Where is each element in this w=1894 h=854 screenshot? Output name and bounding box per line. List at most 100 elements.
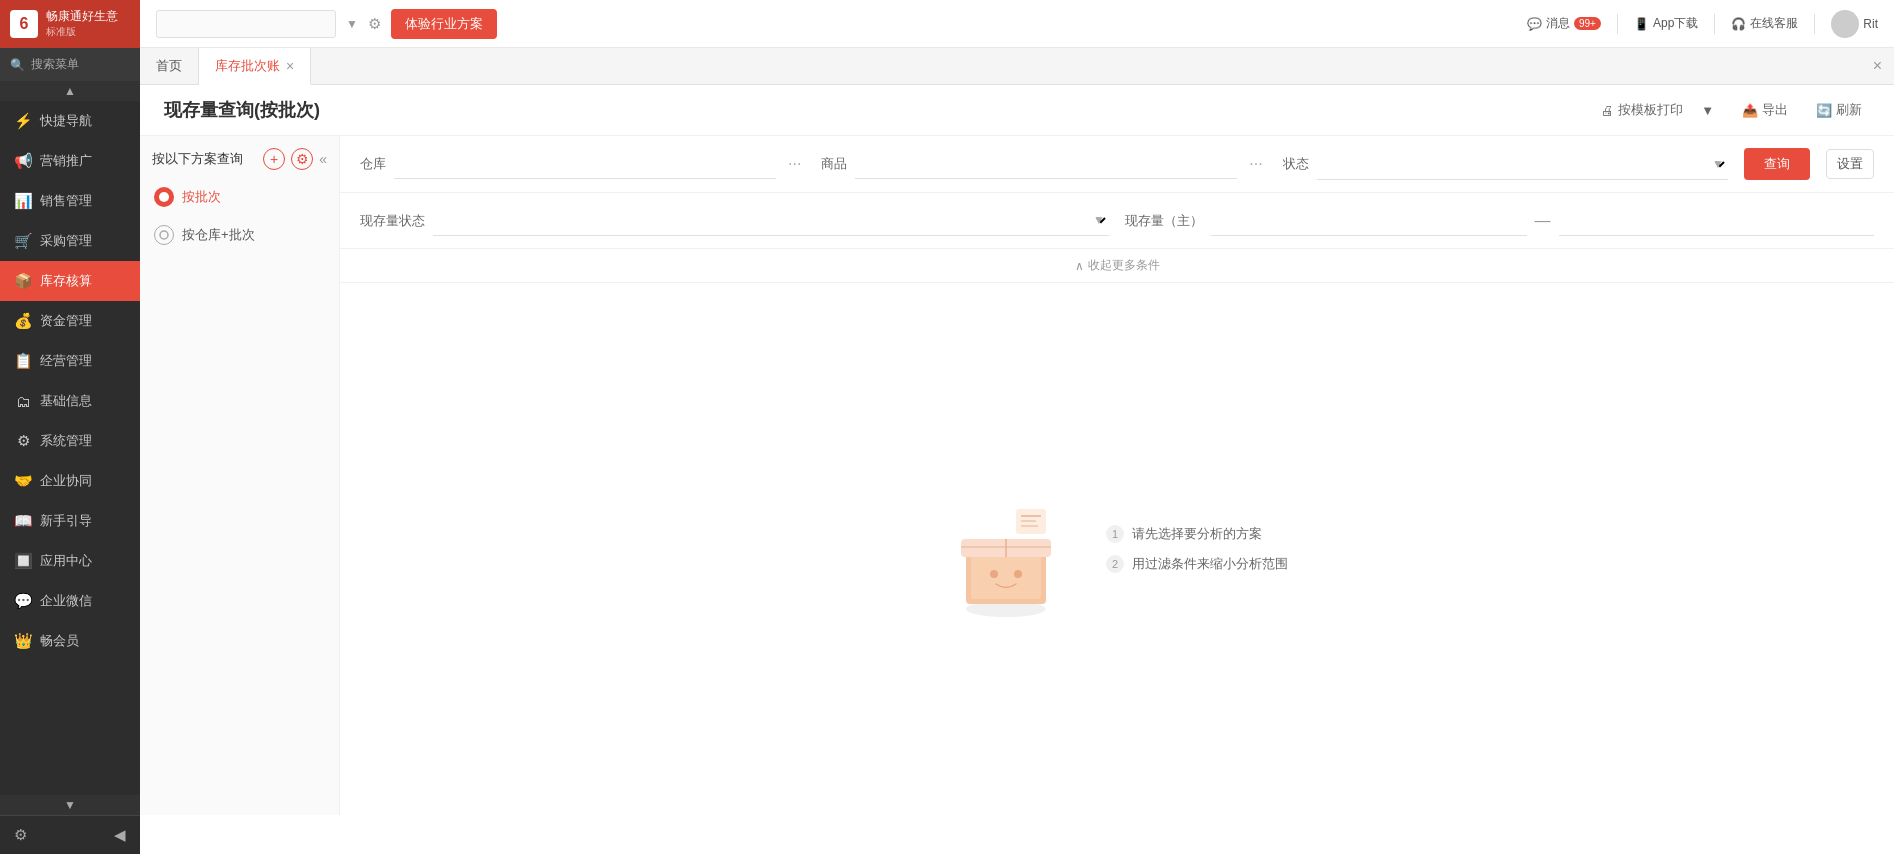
- sidebar-item-system[interactable]: ⚙ 系统管理: [0, 421, 140, 461]
- sidebar-scroll-up[interactable]: ▲: [0, 81, 140, 101]
- headset-icon: 🎧: [1731, 17, 1746, 31]
- divider-1: [1617, 14, 1618, 34]
- refresh-label: 刷新: [1836, 101, 1862, 119]
- page-header: 现存量查询(按批次) 🖨 按模板打印 ▼ 📤 导出 🔄 刷新: [140, 85, 1894, 136]
- sidebar-label-marketing: 营销推广: [40, 152, 92, 170]
- sidebar-item-member[interactable]: 👑 畅会员: [0, 621, 140, 661]
- export-button[interactable]: 📤 导出: [1734, 97, 1796, 123]
- sidebar-item-app-center[interactable]: 🔲 应用中心: [0, 541, 140, 581]
- refresh-button[interactable]: 🔄 刷新: [1808, 97, 1870, 123]
- avatar: [1831, 10, 1859, 38]
- topbar-dropdown-arrow[interactable]: ▼: [346, 17, 358, 31]
- content-body: 按以下方案查询 + ⚙ « 按批次: [140, 136, 1894, 815]
- customer-service-action[interactable]: 🎧 在线客服: [1731, 15, 1798, 32]
- trial-button[interactable]: 体验行业方案: [391, 9, 497, 39]
- sidebar-label-wechat: 企业微信: [40, 592, 92, 610]
- sidebar-item-quick-nav[interactable]: ⚡ 快捷导航: [0, 101, 140, 141]
- query-button[interactable]: 查询: [1744, 148, 1810, 180]
- sidebar-item-sales[interactable]: 📊 销售管理: [0, 181, 140, 221]
- app-center-icon: 🔲: [14, 552, 32, 570]
- search-label: 搜索菜单: [31, 56, 79, 73]
- sidebar-item-inventory[interactable]: 📦 库存核算: [0, 261, 140, 301]
- tab-home-label: 首页: [156, 57, 182, 75]
- inventory-status-select[interactable]: 正常 缺货 充足: [433, 205, 1109, 235]
- main-area: ▼ ⚙ 体验行业方案 💬 消息 99+ 📱 App下载 🎧 在线客服: [140, 0, 1894, 854]
- notification-badge: 99+: [1574, 17, 1601, 30]
- scheme-by-warehouse-batch-label: 按仓库+批次: [182, 226, 255, 244]
- hint-text-1: 请先选择要分析的方案: [1132, 525, 1262, 543]
- product-input[interactable]: [855, 149, 1237, 179]
- scheme-item-by-warehouse-batch[interactable]: 按仓库+批次: [140, 216, 339, 254]
- empty-hint-list: 1 请先选择要分析的方案 2 用过滤条件来缩小分析范围: [1106, 525, 1288, 573]
- scheme-settings-button[interactable]: ⚙: [291, 148, 313, 170]
- page-header-actions: 🖨 按模板打印 ▼ 📤 导出 🔄 刷新: [1593, 97, 1870, 135]
- sidebar-item-wechat[interactable]: 💬 企业微信: [0, 581, 140, 621]
- app-download-action[interactable]: 📱 App下载: [1634, 15, 1698, 32]
- tab-batch-ledger[interactable]: 库存批次账 ×: [199, 48, 311, 85]
- print-template-group: 🖨 按模板打印 ▼: [1593, 97, 1722, 123]
- warehouse-input[interactable]: [394, 149, 776, 179]
- basic-icon: 🗂: [14, 393, 32, 410]
- svg-point-9: [1014, 570, 1022, 578]
- tab-home[interactable]: 首页: [140, 48, 199, 84]
- filter-row-2: 现存量状态 正常 缺货 充足 ▼ 现存量（主）: [340, 193, 1894, 249]
- inventory-main-min-input[interactable]: [1211, 206, 1527, 236]
- notification-action[interactable]: 💬 消息 99+: [1527, 15, 1601, 32]
- topbar: ▼ ⚙ 体验行业方案 💬 消息 99+ 📱 App下载 🎧 在线客服: [140, 0, 1894, 48]
- print-dropdown-arrow[interactable]: ▼: [1693, 99, 1722, 122]
- scheme-inactive-icon: [154, 225, 174, 245]
- customer-service-label: 在线客服: [1750, 15, 1798, 32]
- sidebar-item-finance[interactable]: 💰 资金管理: [0, 301, 140, 341]
- notification-label: 消息: [1546, 15, 1570, 32]
- sidebar-item-basic[interactable]: 🗂 基础信息: [0, 381, 140, 421]
- search-icon: 🔍: [10, 58, 25, 72]
- product-more-icon[interactable]: ···: [1245, 155, 1266, 173]
- sidebar-label-app-center: 应用中心: [40, 552, 92, 570]
- status-select[interactable]: 在库 已出库: [1317, 149, 1728, 179]
- tabbar-close-button[interactable]: ×: [1861, 48, 1894, 84]
- add-scheme-button[interactable]: +: [263, 148, 285, 170]
- sidebar-item-marketing[interactable]: 📢 营销推广: [0, 141, 140, 181]
- inventory-status-filter-group: 现存量状态 正常 缺货 充足 ▼: [360, 205, 1109, 236]
- status-label: 状态: [1283, 155, 1309, 173]
- hint-text-2: 用过滤条件来缩小分析范围: [1132, 555, 1288, 573]
- footer-settings-icon[interactable]: ⚙: [14, 826, 27, 844]
- sidebar-search[interactable]: 🔍 搜索菜单: [0, 48, 140, 81]
- sidebar-item-enterprise[interactable]: 🤝 企业协同: [0, 461, 140, 501]
- tab-batch-ledger-close[interactable]: ×: [286, 59, 294, 73]
- scheme-item-by-batch[interactable]: 按批次: [140, 178, 339, 216]
- sidebar-item-operation[interactable]: 📋 经营管理: [0, 341, 140, 381]
- collapse-panel-icon[interactable]: «: [319, 151, 327, 167]
- sidebar-item-purchase[interactable]: 🛒 采购管理: [0, 221, 140, 261]
- range-dash: —: [1535, 212, 1551, 230]
- page-title: 现存量查询(按批次): [164, 98, 320, 134]
- sidebar-scroll-down[interactable]: ▼: [0, 795, 140, 815]
- status-filter-group: 状态 在库 已出库 ▼: [1283, 149, 1728, 180]
- product-label: 商品: [821, 155, 847, 173]
- purchase-icon: 🛒: [14, 232, 32, 250]
- sidebar-label-member: 畅会员: [40, 632, 79, 650]
- divider-2: [1714, 14, 1715, 34]
- collapse-chevron-icon: ∧: [1075, 259, 1084, 273]
- operation-icon: 📋: [14, 352, 32, 370]
- sidebar-item-guide[interactable]: 📖 新手引导: [0, 501, 140, 541]
- footer-collapse-icon[interactable]: ◀: [114, 826, 126, 844]
- product-filter-group: 商品 ···: [821, 149, 1266, 179]
- inventory-main-max-input[interactable]: [1559, 206, 1875, 236]
- print-template-button[interactable]: 🖨 按模板打印: [1593, 97, 1691, 123]
- svg-point-1: [160, 231, 168, 239]
- svg-rect-4: [971, 554, 1041, 599]
- settings-button[interactable]: 设置: [1826, 149, 1874, 179]
- svg-point-0: [159, 192, 169, 202]
- collapse-more-conditions[interactable]: ∧ 收起更多条件: [340, 249, 1894, 283]
- enterprise-icon: 🤝: [14, 472, 32, 490]
- sidebar-label-sales: 销售管理: [40, 192, 92, 210]
- topbar-gear-icon[interactable]: ⚙: [368, 15, 381, 33]
- tab-batch-ledger-label: 库存批次账: [215, 57, 280, 75]
- warehouse-more-icon[interactable]: ···: [784, 155, 805, 173]
- user-avatar-action[interactable]: Rit: [1831, 10, 1878, 38]
- topbar-search-input[interactable]: [156, 10, 336, 38]
- company-name: 畅康通好生意: [46, 9, 118, 25]
- empty-illustration: [946, 489, 1066, 609]
- inventory-status-label: 现存量状态: [360, 212, 425, 230]
